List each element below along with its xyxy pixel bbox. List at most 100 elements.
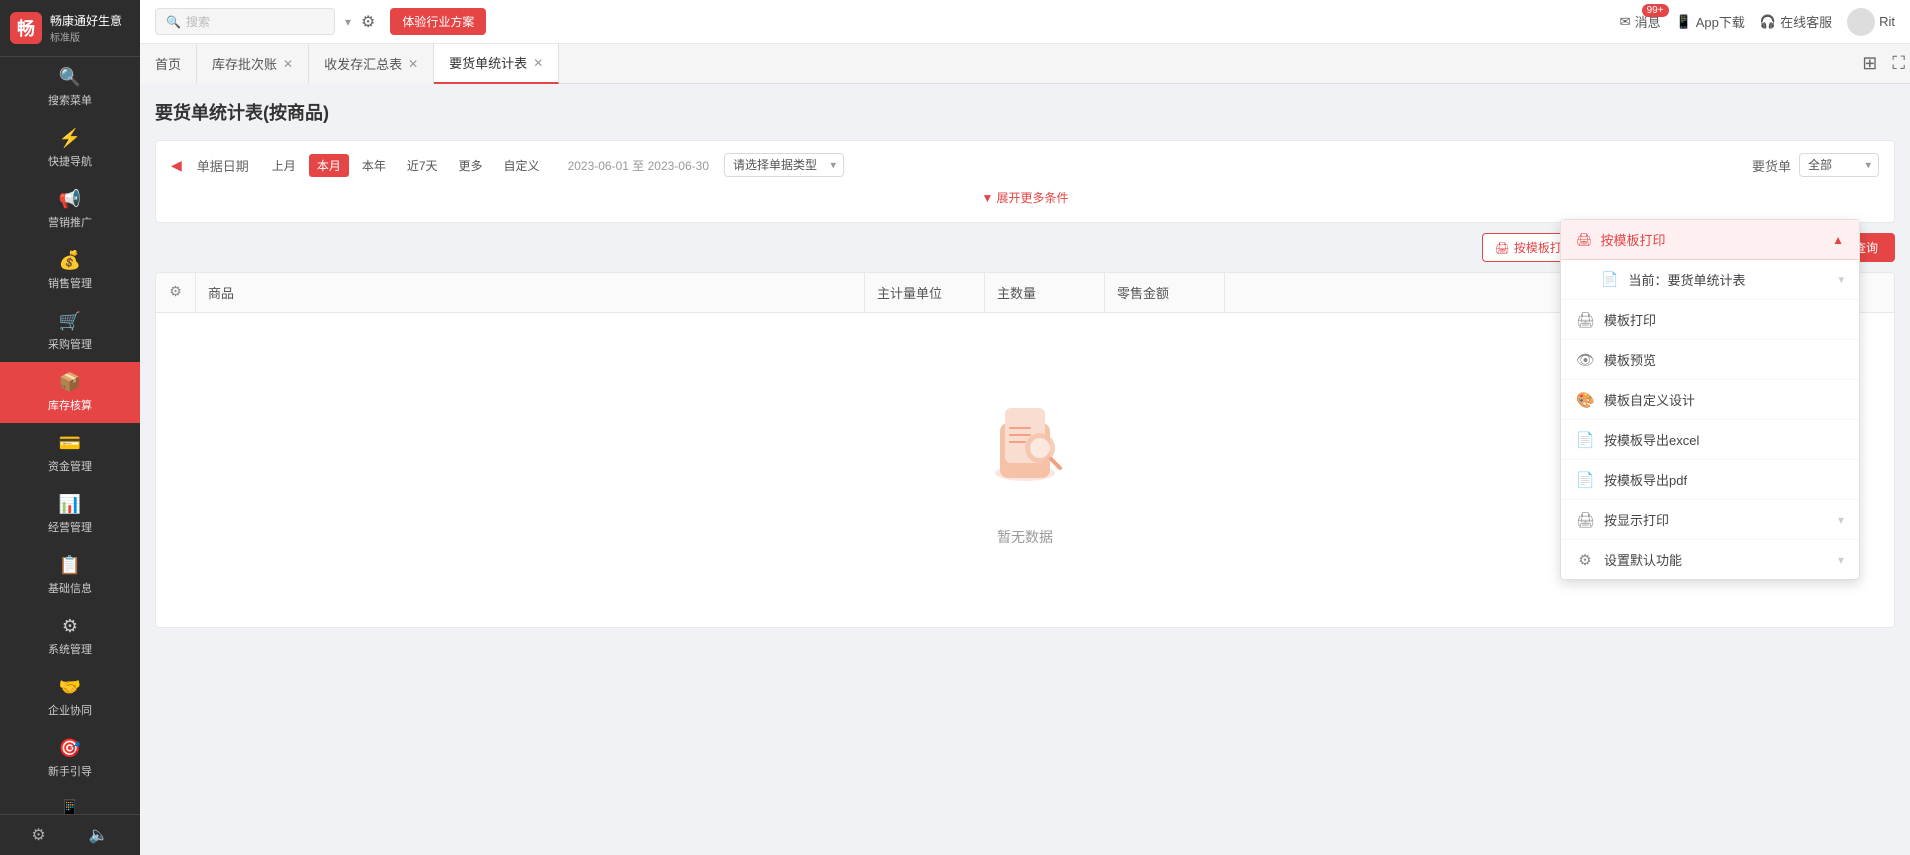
operation-icon: 📊 xyxy=(59,494,81,515)
date-tab-this-year[interactable]: 本年 xyxy=(354,154,394,177)
page-content: 要货单统计表(按商品) ◀ 单据日期 上月 本月 本年 近7天 更多 自定义 2… xyxy=(140,84,1910,855)
topbar: 🔍 搜索 ▾ ⚙ 体验行业方案 ✉ 消息 99+ 📱 App下载 🎧 在线客服 … xyxy=(140,0,1910,44)
order-item-label: 要货单 xyxy=(1752,156,1791,175)
date-label: 单据日期 xyxy=(197,156,249,175)
guide-icon: 🎯 xyxy=(59,738,81,759)
settings-footer-icon[interactable]: ⚙ xyxy=(31,825,45,845)
topbar-gear-icon[interactable]: ⚙ xyxy=(361,12,375,32)
expand-chevron-icon: ▼ xyxy=(982,191,994,205)
date-tab-last-month[interactable]: 上月 xyxy=(264,154,304,177)
sidebar-item-apps[interactable]: 📱 应用中心 xyxy=(0,789,140,814)
expand-more-row: ▼ 展开更多条件 xyxy=(171,185,1879,210)
tab-maximize-button[interactable]: ⛶ xyxy=(1887,53,1910,74)
tab-close-order-stats[interactable]: ✕ xyxy=(533,56,543,70)
dropdown-current-arrow: ▾ xyxy=(1838,273,1844,286)
tab-collection-summary[interactable]: 收发存汇总表 ✕ xyxy=(309,44,434,84)
dropdown-item-export-pdf[interactable]: 📄 按模板导出pdf xyxy=(1561,460,1859,500)
dropdown-header-right: ▲ xyxy=(1832,233,1844,247)
empty-icon xyxy=(975,393,1075,512)
volume-footer-icon[interactable]: 🔈 xyxy=(89,825,109,845)
online-service-icon: 🎧 xyxy=(1760,14,1776,30)
dropdown-pdf-icon: 📄 xyxy=(1576,471,1594,489)
sidebar-item-search[interactable]: 🔍 搜索菜单 xyxy=(0,57,140,118)
topbar-search-icon: 🔍 xyxy=(166,15,181,29)
sidebar-item-shortcut[interactable]: ⚡ 快捷导航 xyxy=(0,118,140,179)
sidebar-item-guide[interactable]: 🎯 新手引导 xyxy=(0,728,140,789)
dropdown-display-icon: 🖨 xyxy=(1576,511,1594,529)
filter-collapse-icon[interactable]: ◀ xyxy=(171,157,182,174)
sidebar-item-finance[interactable]: 💳 资金管理 xyxy=(0,423,140,484)
filter-bar: ◀ 单据日期 上月 本月 本年 近7天 更多 自定义 2023-06-01 至 … xyxy=(155,140,1895,223)
sales-icon: 💰 xyxy=(59,250,81,271)
dropdown-default-icon: ⚙ xyxy=(1576,551,1594,569)
col-quantity: 主数量 xyxy=(985,273,1105,312)
sidebar-item-collab[interactable]: 🤝 企业协同 xyxy=(0,667,140,728)
topbar-search[interactable]: 🔍 搜索 xyxy=(155,8,335,35)
topbar-chevron-icon[interactable]: ▾ xyxy=(345,15,351,29)
empty-svg xyxy=(975,393,1075,493)
expand-more-button[interactable]: ▼ 展开更多条件 xyxy=(974,185,1077,210)
date-tab-this-month[interactable]: 本月 xyxy=(309,154,349,177)
trial-button[interactable]: 体验行业方案 xyxy=(390,8,486,35)
dropdown-item-display-print[interactable]: 🖨 按显示打印 ▾ xyxy=(1561,500,1859,540)
sidebar-scroll: 🔍 搜索菜单 ⚡ 快捷导航 📢 营销推广 💰 销售管理 🛒 采购管理 📦 库存核… xyxy=(0,57,140,814)
date-tab-more[interactable]: 更多 xyxy=(451,154,491,177)
tab-close-inventory-batch[interactable]: ✕ xyxy=(283,57,293,71)
tab-close-collection-summary[interactable]: ✕ xyxy=(408,57,418,71)
dropdown-printer-icon: 🖨 xyxy=(1576,311,1594,329)
tab-order-stats[interactable]: 要货单统计表 ✕ xyxy=(434,44,559,84)
order-select-wrapper: 全部 xyxy=(1799,153,1879,177)
date-tab-7days[interactable]: 近7天 xyxy=(399,154,446,177)
dropdown-header-left: 🖨 按模板打印 xyxy=(1576,230,1666,249)
dropdown-default-arrow: ▾ xyxy=(1838,553,1844,567)
avatar-image xyxy=(1847,8,1875,36)
basic-icon: 📋 xyxy=(59,555,81,576)
finance-icon: 💳 xyxy=(59,433,81,454)
sidebar-item-system[interactable]: ⚙ 系统管理 xyxy=(0,606,140,667)
tab-home[interactable]: 首页 xyxy=(140,44,197,84)
dropdown-item-export-excel[interactable]: 📄 按模板导出excel xyxy=(1561,420,1859,460)
dropdown-item-template-print[interactable]: 🖨 模板打印 xyxy=(1561,300,1859,340)
tabbar: 首页 库存批次账 ✕ 收发存汇总表 ✕ 要货单统计表 ✕ ⊞ ⛶ xyxy=(140,44,1910,84)
user-avatar[interactable]: Rit xyxy=(1847,8,1895,36)
sidebar-item-sales[interactable]: 💰 销售管理 xyxy=(0,240,140,301)
sidebar-item-inventory[interactable]: 📦 库存核算 xyxy=(0,362,140,423)
dropdown-preview-icon: 👁 xyxy=(1576,351,1594,369)
dropdown-design-icon: 🎨 xyxy=(1576,391,1594,409)
tab-expand-area: ⊞ ⛶ xyxy=(1852,53,1910,74)
dropdown-item-template-design[interactable]: 🎨 模板自定义设计 xyxy=(1561,380,1859,420)
app-download-button[interactable]: 📱 App下载 xyxy=(1676,12,1745,31)
marketing-icon: 📢 xyxy=(59,189,81,210)
dropdown-excel-icon: 📄 xyxy=(1576,431,1594,449)
date-range-text: 2023-06-01 至 2023-06-30 xyxy=(568,157,709,174)
filter-row: ◀ 单据日期 上月 本月 本年 近7天 更多 自定义 2023-06-01 至 … xyxy=(171,153,1879,177)
print-dropdown-menu: 🖨 按模板打印 ▲ 📄 当前：要货单统计表 ▾ 🖨 模板打印 👁 xyxy=(1560,219,1860,580)
type-select-wrapper: 请选择单据类型 xyxy=(724,153,844,177)
sidebar-item-operation[interactable]: 📊 经营管理 xyxy=(0,484,140,545)
sidebar-item-purchase[interactable]: 🛒 采购管理 xyxy=(0,301,140,362)
tab-inventory-batch[interactable]: 库存批次账 ✕ xyxy=(197,44,309,84)
dropdown-current-template[interactable]: 📄 当前：要货单统计表 ▾ xyxy=(1561,260,1859,300)
tab-expand-button[interactable]: ⊞ xyxy=(1852,53,1887,74)
shortcut-icon: ⚡ xyxy=(59,128,81,149)
dropdown-header[interactable]: 🖨 按模板打印 ▲ xyxy=(1561,220,1859,260)
app-download-icon: 📱 xyxy=(1676,14,1692,30)
order-select[interactable]: 全部 xyxy=(1799,153,1879,177)
dropdown-item-template-preview[interactable]: 👁 模板预览 xyxy=(1561,340,1859,380)
sidebar-item-basic[interactable]: 📋 基础信息 xyxy=(0,545,140,606)
table-settings-icon[interactable]: ⚙ xyxy=(156,273,196,312)
date-tabs: 上月 本月 本年 近7天 更多 自定义 xyxy=(264,154,548,177)
date-tab-custom[interactable]: 自定义 xyxy=(496,154,548,177)
system-icon: ⚙ xyxy=(62,616,78,637)
collab-icon: 🤝 xyxy=(59,677,81,698)
sidebar-footer: ⚙ 🔈 xyxy=(0,814,140,855)
dropdown-collapse-icon[interactable]: ▲ xyxy=(1832,233,1844,247)
dropdown-item-default-func[interactable]: ⚙ 设置默认功能 ▾ xyxy=(1561,540,1859,579)
type-select[interactable]: 请选择单据类型 xyxy=(724,153,844,177)
logo-icon: 畅 xyxy=(10,12,42,44)
col-retail-amount: 零售金额 xyxy=(1105,273,1225,312)
sidebar-item-marketing[interactable]: 📢 营销推广 xyxy=(0,179,140,240)
message-button[interactable]: ✉ 消息 99+ xyxy=(1620,12,1661,31)
online-service-button[interactable]: 🎧 在线客服 xyxy=(1760,12,1832,31)
logo-text: 畅康通好生意 标准版 xyxy=(50,12,122,44)
